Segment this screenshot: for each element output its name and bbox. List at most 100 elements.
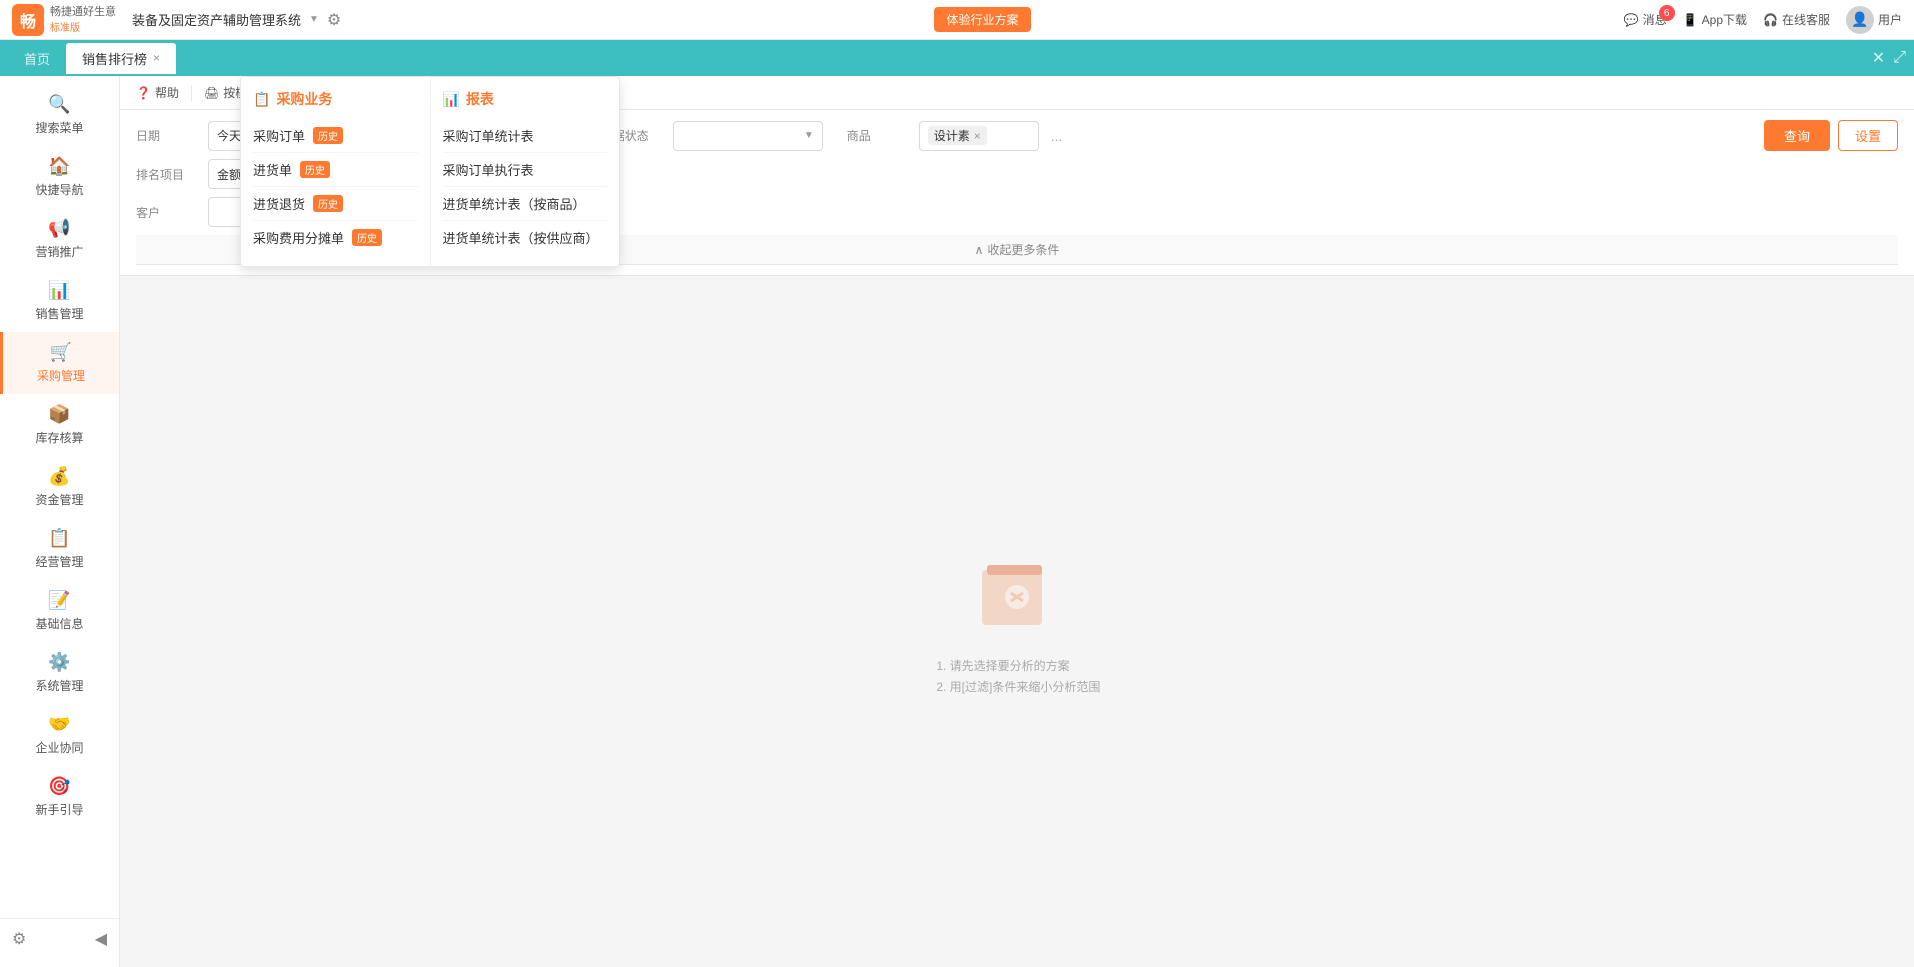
- sidebar-settings-icon[interactable]: ⚙: [12, 929, 26, 949]
- content-area: 📋 采购业务 采购订单 历史 进货单 历史 进货退货 历史 采购费用分摊单: [120, 76, 1914, 967]
- sidebar-label-system: 系统管理: [35, 677, 83, 694]
- toolbar-divider-1: [191, 85, 192, 101]
- empty-hint-1: 请先选择要分析的方案: [950, 657, 1101, 674]
- topbar-settings-icon[interactable]: ⚙: [327, 10, 341, 30]
- beginner-icon: 🎯: [48, 776, 70, 797]
- user-btn[interactable]: 👤 用户: [1846, 6, 1902, 34]
- close-window-icon[interactable]: ✕: [1872, 48, 1885, 68]
- filter-actions: 查询 设置: [1764, 120, 1898, 151]
- print-icon: 🖨: [204, 86, 219, 100]
- system-title-dropdown-icon[interactable]: ▼: [309, 14, 319, 25]
- sidebar-item-quick-nav[interactable]: 🏠 快捷导航: [0, 146, 119, 208]
- messages-badge: 6: [1659, 5, 1675, 21]
- sales-icon: 📊: [48, 280, 70, 301]
- help-btn[interactable]: ❓ 帮助: [136, 84, 179, 101]
- app-download-btn[interactable]: 📱 App下载: [1683, 11, 1747, 28]
- purchase-order-history-badge: 历史: [313, 127, 343, 144]
- phone-icon: 📱: [1683, 13, 1698, 27]
- sidebar: 🔍 搜索菜单 🏠 快捷导航 📢 营销推广 📊 销售管理 🛒 采购管理 📦 库存核…: [0, 76, 120, 967]
- online-service-btn[interactable]: 🎧 在线客服: [1763, 11, 1830, 28]
- sidebar-item-beginner[interactable]: 🎯 新手引导: [0, 766, 119, 828]
- sidebar-label-basic: 基础信息: [35, 615, 83, 632]
- purchase-order-item[interactable]: 采购订单 历史: [253, 119, 418, 153]
- operation-icon: 📋: [48, 528, 70, 549]
- purchase-cost-label: 采购费用分摊单: [253, 228, 344, 247]
- tab-home[interactable]: 首页: [8, 43, 66, 74]
- purchase-order-stats-item[interactable]: 采购订单统计表: [443, 119, 608, 153]
- sidebar-item-marketing[interactable]: 📢 营销推广: [0, 208, 119, 270]
- sidebar-item-basic[interactable]: 📝 基础信息: [0, 580, 119, 642]
- sidebar-item-capital[interactable]: 💰 资金管理: [0, 456, 119, 518]
- sidebar-item-system[interactable]: ⚙️ 系统管理: [0, 642, 119, 704]
- empty-hints: 请先选择要分析的方案 用[过滤]条件来缩小分析范围: [934, 657, 1101, 699]
- settings-btn[interactable]: 设置: [1838, 120, 1898, 151]
- marketing-icon: 📢: [48, 218, 70, 239]
- status-select[interactable]: ▼: [673, 121, 823, 151]
- sidebar-label-operation: 经营管理: [35, 553, 83, 570]
- empty-illustration: [967, 545, 1067, 645]
- empty-state: 请先选择要分析的方案 用[过滤]条件来缩小分析范围: [120, 276, 1914, 967]
- tab-sales-rank[interactable]: 销售排行榜 ×: [66, 43, 176, 74]
- purchase-business-title: 📋 采购业务: [253, 89, 418, 109]
- purchase-cost-history-badge: 历史: [352, 229, 382, 246]
- purchase-icon: 🛒: [50, 342, 72, 363]
- sidebar-label-enterprise: 企业协同: [35, 739, 83, 756]
- purchase-order-exec-item[interactable]: 采购订单执行表: [443, 153, 608, 187]
- purchase-return-history-badge: 历史: [313, 195, 343, 212]
- main-layout: 🔍 搜索菜单 🏠 快捷导航 📢 营销推广 📊 销售管理 🛒 采购管理 📦 库存核…: [0, 76, 1914, 967]
- stock-stats-supplier-item[interactable]: 进货单统计表（按供应商）: [443, 221, 608, 254]
- nav-tabs: 首页 销售排行榜 × ✕ ⤢: [0, 40, 1914, 76]
- purchase-cost-item[interactable]: 采购费用分摊单 历史: [253, 221, 418, 254]
- sidebar-item-enterprise[interactable]: 🤝 企业协同: [0, 704, 119, 766]
- brand-text: 畅捷通好生意 标准版: [50, 5, 116, 34]
- sidebar-item-inventory[interactable]: 📦 库存核算: [0, 394, 119, 456]
- sidebar-label-quick-nav: 快捷导航: [35, 181, 83, 198]
- basic-icon: 📝: [48, 590, 70, 611]
- sidebar-label-capital: 资金管理: [35, 491, 83, 508]
- sidebar-label-search: 搜索菜单: [35, 119, 83, 136]
- tab-close-icon[interactable]: ×: [153, 51, 160, 65]
- industry-btn[interactable]: 体验行业方案: [934, 7, 1030, 32]
- sidebar-item-operation[interactable]: 📋 经营管理: [0, 518, 119, 580]
- topbar: 畅 畅捷通好生意 标准版 装备及固定资产辅助管理系统 ▼ ⚙ 体验行业方案 💬 …: [0, 0, 1914, 40]
- sidebar-label-marketing: 营销推广: [35, 243, 83, 260]
- sidebar-label-purchase: 采购管理: [37, 367, 85, 384]
- brand: 畅 畅捷通好生意 标准版: [12, 4, 116, 36]
- sidebar-item-search[interactable]: 🔍 搜索菜单: [0, 84, 119, 146]
- goods-label: 商品: [847, 127, 907, 144]
- sidebar-item-purchase[interactable]: 🛒 采购管理: [0, 332, 119, 394]
- messages-btn[interactable]: 💬 消息 6: [1624, 11, 1667, 28]
- goods-tag-close-icon[interactable]: ×: [974, 129, 981, 143]
- goods-tag: 设计素 ×: [928, 126, 987, 145]
- goods-select[interactable]: 设计素 ×: [919, 121, 1039, 151]
- topbar-right: 💬 消息 6 📱 App下载 🎧 在线客服 👤 用户: [1624, 6, 1902, 34]
- purchase-return-label: 进货退货: [253, 194, 305, 213]
- avatar: 👤: [1846, 6, 1874, 34]
- help-icon: ❓: [136, 86, 151, 100]
- system-icon: ⚙️: [48, 652, 70, 673]
- topbar-left: 畅 畅捷通好生意 标准版 装备及固定资产辅助管理系统 ▼ ⚙: [12, 4, 341, 36]
- brand-icon: 畅: [12, 4, 44, 36]
- purchase-stock-label: 进货单: [253, 160, 292, 179]
- sidebar-label-beginner: 新手引导: [35, 801, 83, 818]
- customer-label: 客户: [136, 204, 196, 221]
- purchase-business-icon: 📋: [253, 91, 270, 108]
- maximize-icon[interactable]: ⤢: [1893, 49, 1906, 67]
- purchase-return-item[interactable]: 进货退货 历史: [253, 187, 418, 221]
- reports-icon: 📊: [443, 91, 460, 108]
- headset-icon: 🎧: [1763, 13, 1778, 27]
- system-title: 装备及固定资产辅助管理系统: [132, 10, 301, 29]
- purchase-stock-item[interactable]: 进货单 历史: [253, 153, 418, 187]
- reports-col: 📊 报表 采购订单统计表 采购订单执行表 进货单统计表（按商品） 进货单统计表（…: [431, 77, 620, 266]
- empty-hint-2: 用[过滤]条件来缩小分析范围: [950, 678, 1101, 695]
- inventory-icon: 📦: [48, 404, 70, 425]
- collapse-up-icon: ∧: [975, 243, 984, 257]
- date-label: 日期: [136, 127, 196, 144]
- query-btn[interactable]: 查询: [1764, 120, 1830, 151]
- sidebar-item-sales[interactable]: 📊 销售管理: [0, 270, 119, 332]
- sidebar-collapse-icon[interactable]: ◀: [95, 929, 107, 949]
- goods-more-icon[interactable]: ...: [1051, 128, 1063, 144]
- sidebar-label-inventory: 库存核算: [35, 429, 83, 446]
- stock-stats-goods-item[interactable]: 进货单统计表（按商品）: [443, 187, 608, 221]
- enterprise-icon: 🤝: [48, 714, 70, 735]
